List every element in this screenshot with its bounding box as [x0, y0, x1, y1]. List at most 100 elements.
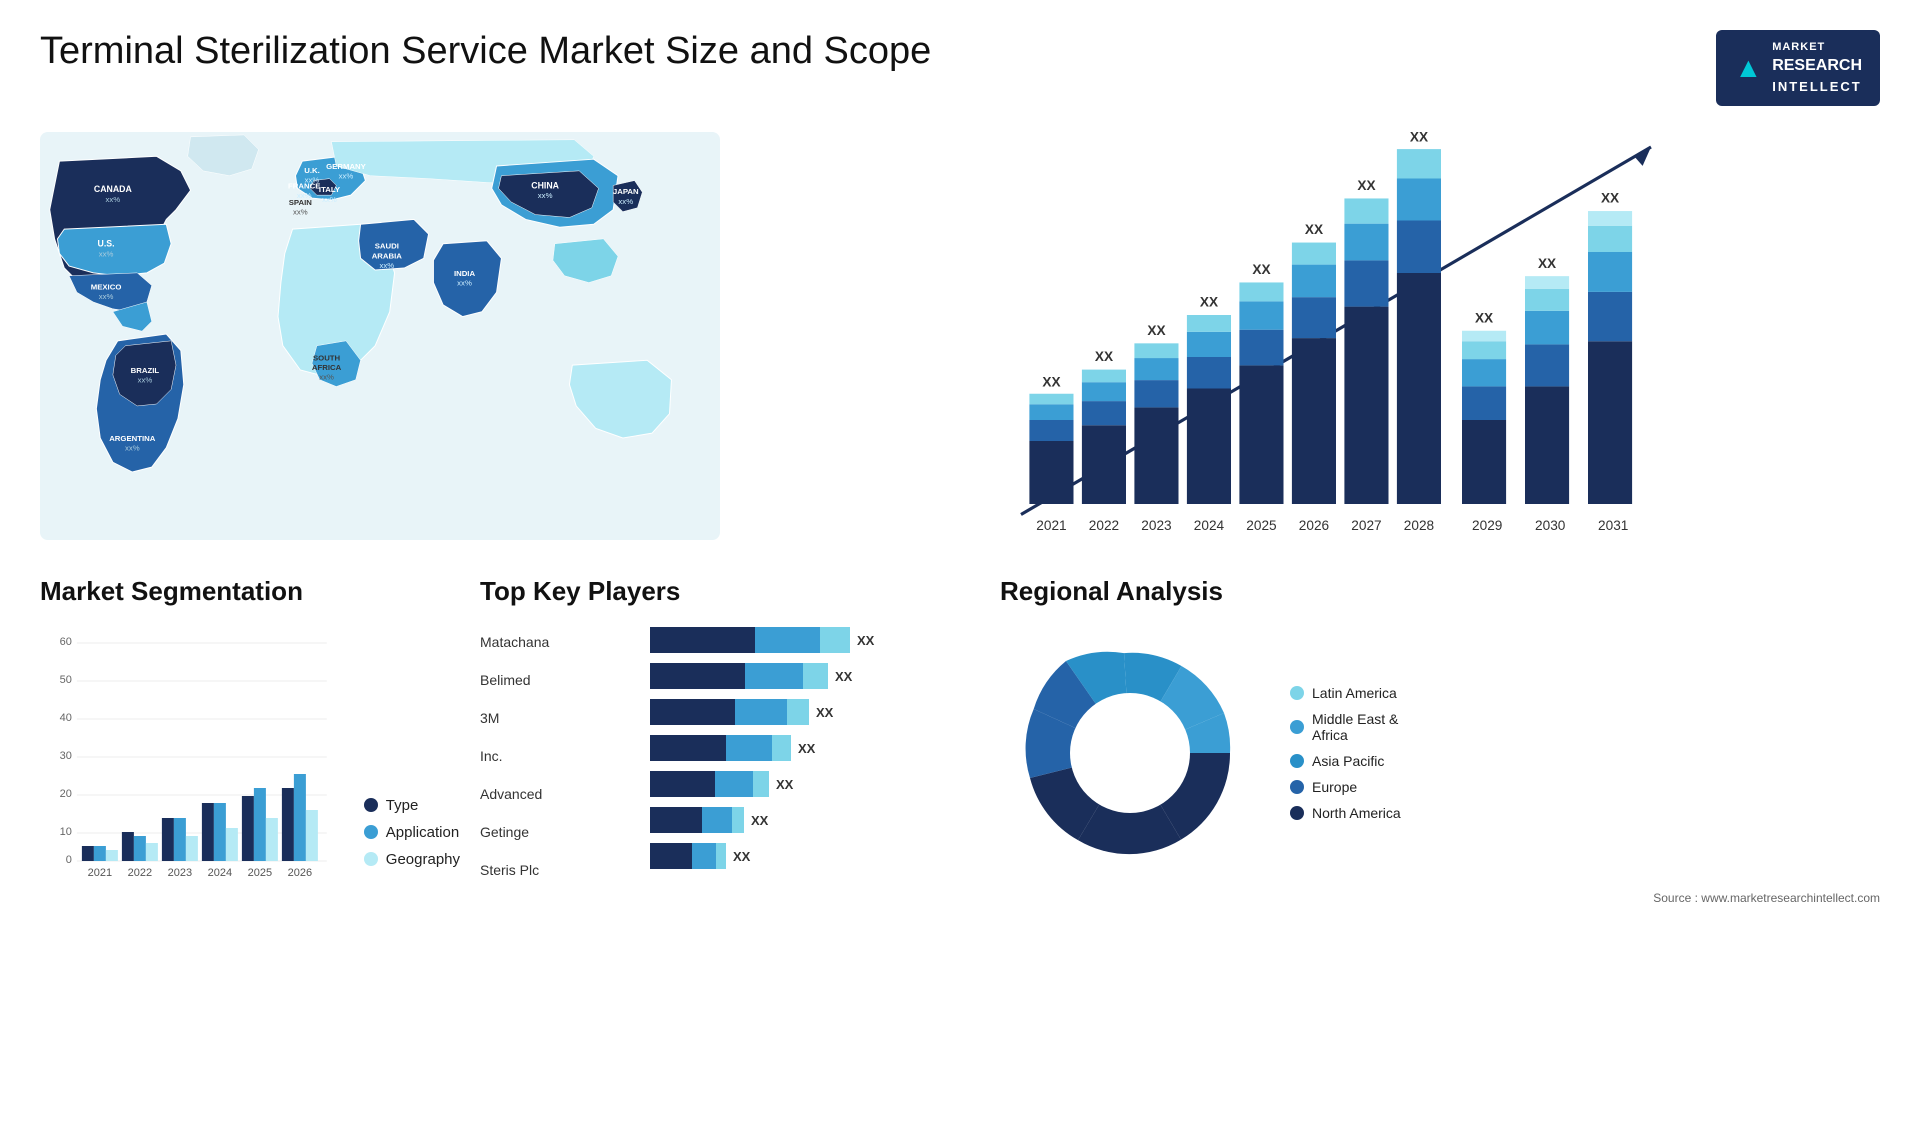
- svg-text:xx%: xx%: [339, 172, 354, 181]
- regional-section: Regional Analysis: [1000, 576, 1880, 905]
- world-map-container: CANADA xx% U.S. xx% MEXICO xx% BRAZIL xx…: [40, 126, 720, 546]
- growth-chart-svg: XX XX XX XX: [750, 126, 1880, 546]
- segmentation-section: Market Segmentation 60 50 40 30 20 10 0: [40, 576, 460, 905]
- players-bars-svg: XX XX XX: [620, 623, 980, 875]
- player-inc: Inc.: [480, 737, 600, 775]
- svg-text:MEXICO: MEXICO: [91, 282, 122, 291]
- player-steris: Steris Plc: [480, 851, 600, 889]
- svg-text:BRAZIL: BRAZIL: [131, 366, 160, 375]
- page-title: Terminal Sterilization Service Market Si…: [40, 30, 931, 73]
- svg-text:2022: 2022: [1089, 518, 1119, 533]
- legend-application: Application: [364, 824, 460, 841]
- top-players-section: Top Key Players Matachana Belimed 3M Inc…: [480, 576, 980, 905]
- svg-text:U.S.: U.S.: [98, 239, 115, 249]
- svg-text:U.K.: U.K.: [304, 166, 320, 175]
- players-list: Matachana Belimed 3M Inc. Advanced Getin…: [480, 623, 980, 889]
- player-3m: 3M: [480, 699, 600, 737]
- svg-text:XX: XX: [1601, 191, 1619, 206]
- legend-app-dot: [364, 825, 378, 839]
- svg-text:xx%: xx%: [538, 191, 553, 200]
- svg-text:60: 60: [60, 636, 72, 648]
- svg-text:XX: XX: [798, 741, 816, 756]
- middle-east-africa-label: Middle East &Africa: [1312, 711, 1398, 743]
- player-belimed: Belimed: [480, 661, 600, 699]
- logo-line2: RESEARCH: [1772, 55, 1862, 77]
- seg-chart-wrapper: 60 50 40 30 20 10 0: [40, 623, 460, 888]
- legend-geo-dot: [364, 852, 378, 866]
- logo-icon: ▲: [1734, 48, 1762, 87]
- svg-text:2026: 2026: [1299, 518, 1329, 533]
- seg-svg-area: 60 50 40 30 20 10 0: [40, 623, 344, 888]
- svg-text:XX: XX: [1252, 262, 1270, 277]
- player-names: Matachana Belimed 3M Inc. Advanced Getin…: [480, 623, 600, 889]
- player-bars-container: XX XX XX: [620, 623, 980, 889]
- svg-text:10: 10: [60, 826, 72, 838]
- segmentation-title: Market Segmentation: [40, 576, 460, 607]
- svg-text:2024: 2024: [1194, 518, 1225, 533]
- legend-europe: Europe: [1290, 779, 1401, 795]
- svg-text:xx%: xx%: [106, 195, 121, 204]
- svg-text:XX: XX: [1095, 349, 1113, 364]
- svg-text:SAUDI: SAUDI: [375, 242, 399, 251]
- asia-pacific-dot: [1290, 754, 1304, 768]
- svg-text:xx%: xx%: [99, 292, 114, 301]
- svg-text:2031: 2031: [1598, 518, 1628, 533]
- logo-line1: MARKET: [1772, 40, 1862, 55]
- svg-text:JAPAN: JAPAN: [613, 187, 639, 196]
- regional-title: Regional Analysis: [1000, 576, 1880, 607]
- donut-chart: [1000, 623, 1260, 883]
- player-matachana: Matachana: [480, 623, 600, 661]
- bar-chart-area: XX XX XX XX: [750, 126, 1880, 546]
- svg-text:XX: XX: [857, 633, 875, 648]
- svg-text:2023: 2023: [168, 867, 192, 879]
- legend-type-label: Type: [386, 797, 419, 814]
- svg-text:XX: XX: [1042, 374, 1060, 389]
- legend-north-america: North America: [1290, 805, 1401, 821]
- svg-text:xx%: xx%: [99, 249, 114, 258]
- svg-text:XX: XX: [1410, 130, 1428, 145]
- svg-text:2023: 2023: [1141, 518, 1171, 533]
- svg-text:ARGENTINA: ARGENTINA: [109, 434, 156, 443]
- svg-text:XX: XX: [1147, 323, 1165, 338]
- svg-text:xx%: xx%: [618, 197, 633, 206]
- legend-app-label: Application: [386, 824, 459, 841]
- svg-text:2030: 2030: [1535, 518, 1566, 533]
- legend-middle-east-africa: Middle East &Africa: [1290, 711, 1401, 743]
- europe-dot: [1290, 780, 1304, 794]
- svg-text:2027: 2027: [1351, 518, 1381, 533]
- legend-latin-america: Latin America: [1290, 685, 1401, 701]
- map-area: CANADA xx% U.S. xx% MEXICO xx% BRAZIL xx…: [40, 126, 720, 546]
- svg-text:XX: XX: [751, 813, 769, 828]
- svg-text:2026: 2026: [288, 867, 312, 879]
- svg-text:XX: XX: [1200, 295, 1218, 310]
- player-getinge: Getinge: [480, 813, 600, 851]
- svg-text:2025: 2025: [1246, 518, 1277, 533]
- svg-text:XX: XX: [1538, 256, 1556, 271]
- svg-text:ARABIA: ARABIA: [372, 251, 403, 260]
- players-title: Top Key Players: [480, 576, 980, 607]
- svg-text:CANADA: CANADA: [94, 184, 133, 194]
- logo-box: ▲ MARKET RESEARCH INTELLECT: [1716, 30, 1880, 106]
- svg-text:ITALY: ITALY: [319, 185, 341, 194]
- regional-legend: Latin America Middle East &Africa Asia P…: [1290, 685, 1401, 821]
- logo-area: ▲ MARKET RESEARCH INTELLECT: [1716, 30, 1880, 106]
- svg-text:xx%: xx%: [322, 195, 337, 204]
- svg-text:SPAIN: SPAIN: [289, 198, 313, 207]
- svg-text:30: 30: [60, 750, 72, 762]
- regional-content: Latin America Middle East &Africa Asia P…: [1000, 623, 1880, 883]
- legend-type: Type: [364, 797, 460, 814]
- bottom-section: Market Segmentation 60 50 40 30 20 10 0: [40, 576, 1880, 905]
- legend-type-dot: [364, 798, 378, 812]
- svg-text:50: 50: [60, 674, 72, 686]
- svg-text:XX: XX: [1305, 222, 1323, 237]
- svg-text:XX: XX: [1357, 178, 1375, 193]
- svg-text:xx%: xx%: [457, 278, 472, 287]
- svg-text:2029: 2029: [1472, 518, 1502, 533]
- svg-text:XX: XX: [816, 705, 834, 720]
- source-text: Source : www.marketresearchintellect.com: [1000, 891, 1880, 905]
- svg-text:XX: XX: [776, 777, 794, 792]
- svg-text:2028: 2028: [1404, 518, 1434, 533]
- asia-pacific-label: Asia Pacific: [1312, 753, 1384, 769]
- legend-geography: Geography: [364, 851, 460, 868]
- svg-text:xx%: xx%: [138, 376, 153, 385]
